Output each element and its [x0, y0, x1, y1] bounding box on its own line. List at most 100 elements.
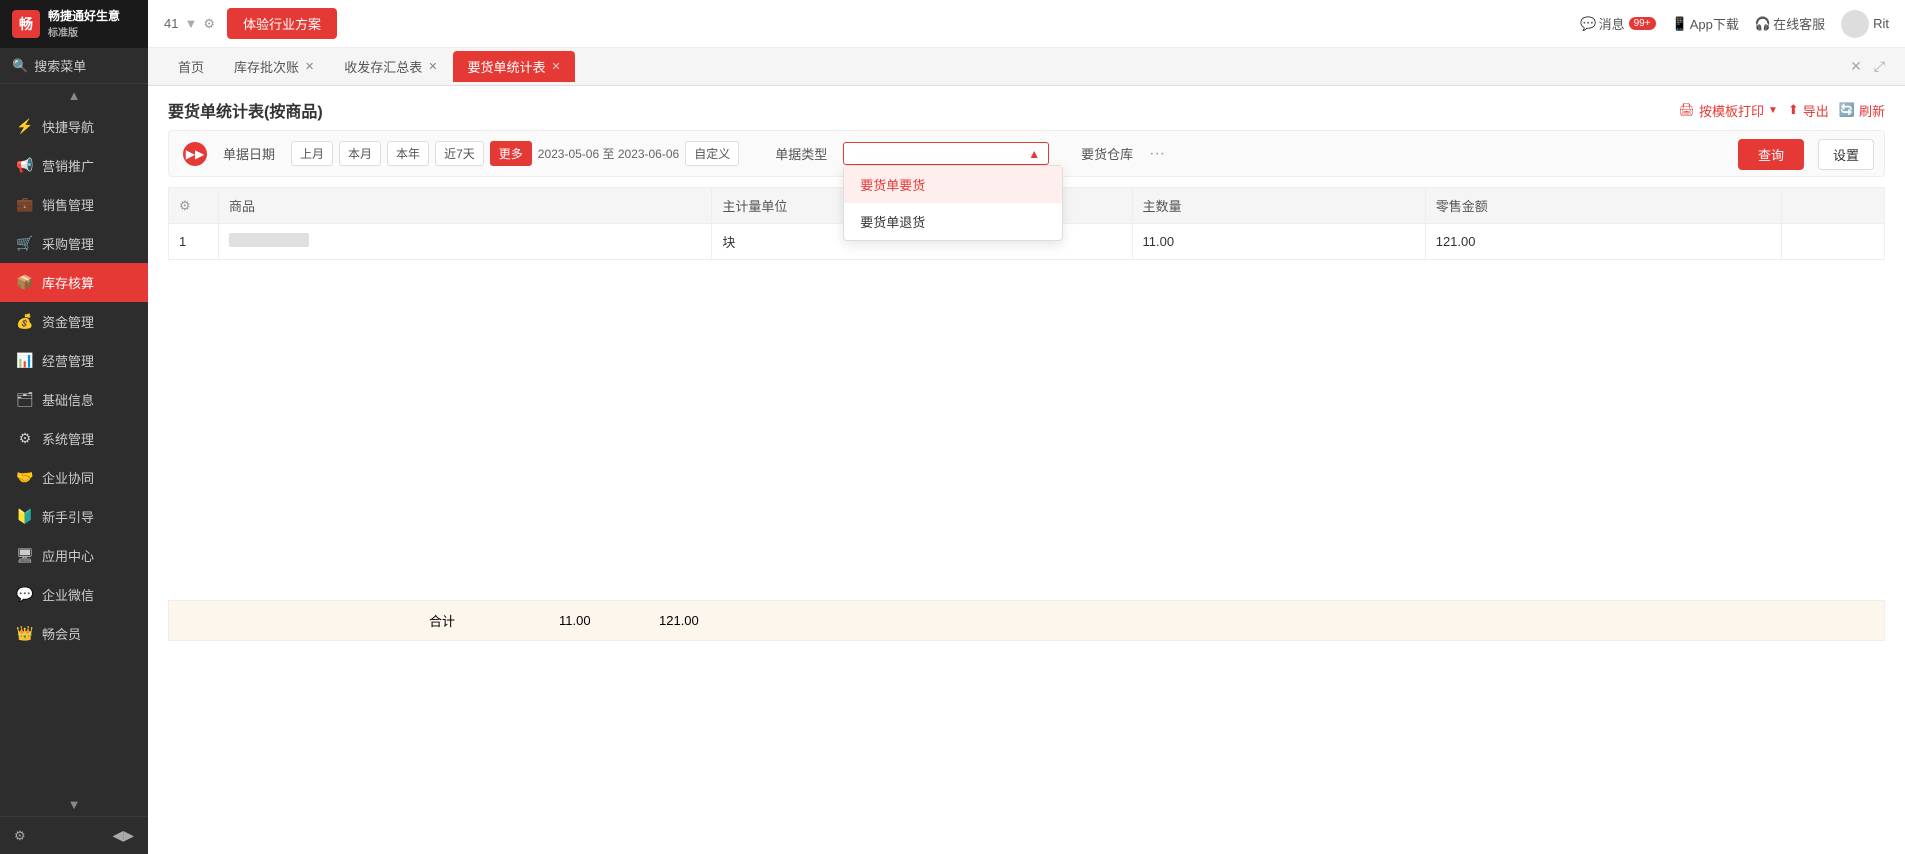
sidebar-items: ⚡ 快捷导航 📢 营销推广 💼 销售管理 🛒 采购管理 📦 库存核算 💰 资金管… [0, 107, 148, 793]
tab-order-stat-close[interactable]: ✕ [552, 60, 561, 73]
sidebar-logo: 畅 畅捷通好生意 标准版 [0, 0, 148, 48]
print-template-label: 按模板打印 [1699, 101, 1764, 120]
sidebar-item-guide[interactable]: 🔰 新手引导 [0, 497, 148, 536]
filter-type-input[interactable] [852, 146, 1028, 161]
filter-curr-month-btn[interactable]: 本月 [339, 141, 381, 166]
topbar-service[interactable]: 🎧 在线客服 [1755, 14, 1825, 33]
cell-amount: 121.00 [1425, 224, 1782, 260]
sidebar-item-label: 系统管理 [42, 429, 94, 448]
tab-maximize-btn[interactable]: ⤢ [1870, 54, 1889, 79]
msg-icon: 💬 [1580, 16, 1596, 32]
collapse-icon[interactable]: ◀▶ [112, 827, 134, 844]
dropdown-item-order-return[interactable]: 要货单退货 [844, 203, 1062, 240]
page-header: 要货单统计表(按商品) 🖨 按模板打印 ▼ ⬆ 导出 🔄 刷新 [148, 86, 1905, 130]
sidebar-item-label: 畅会员 [42, 624, 81, 643]
sidebar-scroll-down[interactable]: ▼ [0, 793, 148, 816]
sidebar-item-label: 企业协同 [42, 468, 94, 487]
tab-home[interactable]: 首页 [164, 51, 218, 82]
sidebar-scroll-up[interactable]: ▲ [0, 84, 148, 107]
sidebar-item-enterprise[interactable]: 🤝 企业协同 [0, 458, 148, 497]
topbar-settings-icon[interactable]: ⚙ [203, 16, 215, 32]
sidebar-item-sales[interactable]: 💼 销售管理 [0, 185, 148, 224]
brand-icon: 畅 [12, 10, 40, 38]
topbar-app[interactable]: 📱 App下载 [1672, 14, 1739, 33]
sidebar-item-quick-nav[interactable]: ⚡ 快捷导航 [0, 107, 148, 146]
msg-badge: 99+ [1629, 17, 1656, 30]
topbar-dropdown-icon[interactable]: ▼ [184, 16, 197, 31]
sidebar-item-finance[interactable]: 💰 资金管理 [0, 302, 148, 341]
tab-recv-summary-close[interactable]: ✕ [428, 60, 437, 73]
industry-btn[interactable]: 体验行业方案 [227, 8, 337, 39]
sidebar-search[interactable]: 🔍 搜索菜单 [0, 48, 148, 84]
avatar-image [1841, 10, 1869, 38]
system-icon: ⚙ [16, 430, 34, 447]
sidebar-item-basics[interactable]: 🗂 基础信息 [0, 380, 148, 419]
topbar-msg[interactable]: 💬 消息 99+ [1580, 14, 1655, 33]
product-placeholder [229, 233, 309, 247]
sidebar-item-purchase[interactable]: 🛒 采购管理 [0, 224, 148, 263]
table-settings-icon[interactable]: ⚙ [179, 198, 191, 213]
page-title: 要货单统计表(按商品) [168, 98, 323, 122]
tab-home-label: 首页 [178, 57, 204, 76]
tab-close-all-btn[interactable]: ✕ [1846, 54, 1866, 79]
quick-nav-icon: ⚡ [16, 118, 34, 135]
dropdown-item-order-goods-label: 要货单要货 [860, 178, 925, 193]
topbar-right: 💬 消息 99+ 📱 App下载 🎧 在线客服 Rit [1580, 10, 1889, 38]
print-icon: 🖨 [1678, 102, 1695, 118]
col-amount: 零售金额 [1425, 188, 1782, 224]
col-quantity: 主数量 [1132, 188, 1425, 224]
msg-label: 消息 [1599, 14, 1625, 33]
filter-date-btns: 上月 本月 本年 近7天 更多 2023-05-06 至 2023-06-06 … [291, 141, 739, 166]
refresh-icon: 🔄 [1839, 102, 1855, 118]
tab-inventory-batch[interactable]: 库存批次账 ✕ [220, 51, 328, 82]
page-content: 要货单统计表(按商品) 🖨 按模板打印 ▼ ⬆ 导出 🔄 刷新 ▶▶ [148, 86, 1905, 854]
tab-order-stat[interactable]: 要货单统计表 ✕ [453, 51, 574, 82]
filter-toggle-btn[interactable]: ▶▶ [183, 142, 207, 166]
filter-more-btn[interactable]: 更多 [490, 141, 532, 166]
user-avatar[interactable]: Rit [1841, 10, 1889, 38]
query-btn[interactable]: 查询 [1738, 139, 1804, 170]
page-actions: 🖨 按模板打印 ▼ ⬆ 导出 🔄 刷新 [1678, 101, 1885, 120]
cell-product [219, 224, 712, 260]
filter-type-input-wrap[interactable]: ▲ [843, 142, 1049, 165]
inventory-icon: 📦 [16, 274, 34, 291]
sidebar-item-label: 采购管理 [42, 234, 94, 253]
filter-curr-year-btn[interactable]: 本年 [387, 141, 429, 166]
filter-custom-btn[interactable]: 自定义 [685, 141, 739, 166]
refresh-btn[interactable]: 🔄 刷新 [1839, 101, 1885, 120]
basics-icon: 🗂 [16, 391, 34, 408]
filter-warehouse-dots[interactable]: ··· [1149, 145, 1165, 163]
topbar-number-wrap: 41 ▼ ⚙ [164, 16, 215, 32]
sidebar-item-weixin[interactable]: 💬 企业微信 [0, 575, 148, 614]
sidebar-item-marketing[interactable]: 📢 营销推广 [0, 146, 148, 185]
print-chevron-icon: ▼ [1768, 105, 1778, 116]
tab-recv-summary[interactable]: 收发存汇总表 ✕ [330, 51, 451, 82]
main-content: 41 ▼ ⚙ 体验行业方案 💬 消息 99+ 📱 App下载 🎧 在线客服 [148, 0, 1905, 854]
print-template-btn[interactable]: 🖨 按模板打印 ▼ [1678, 101, 1777, 120]
sidebar-item-operations[interactable]: 📊 经营管理 [0, 341, 148, 380]
filter-date-label: 单据日期 [223, 144, 275, 163]
sidebar-item-label: 基础信息 [42, 390, 94, 409]
settings-icon[interactable]: ⚙ [14, 828, 26, 844]
table-footer: 合计 11.00 121.00 [168, 600, 1885, 641]
tab-inventory-batch-close[interactable]: ✕ [305, 60, 314, 73]
app-label: App下载 [1690, 14, 1739, 33]
dropdown-item-order-goods[interactable]: 要货单要货 [844, 166, 1062, 203]
sidebar-item-membership[interactable]: 👑 畅会员 [0, 614, 148, 653]
filter-type-chevron-icon[interactable]: ▲ [1028, 147, 1040, 161]
sidebar-item-appstore[interactable]: 🖥 应用中心 [0, 536, 148, 575]
footer-amount: 121.00 [649, 613, 749, 628]
brand-name: 畅捷通好生意 [48, 9, 120, 23]
filter-prev-month-btn[interactable]: 上月 [291, 141, 333, 166]
filter-settings-btn[interactable]: 设置 [1818, 139, 1874, 170]
tabs-bar: 首页 库存批次账 ✕ 收发存汇总表 ✕ 要货单统计表 ✕ ✕ ⤢ [148, 48, 1905, 86]
export-btn[interactable]: ⬆ 导出 [1788, 101, 1829, 120]
sidebar-item-inventory[interactable]: 📦 库存核算 [0, 263, 148, 302]
sidebar-item-system[interactable]: ⚙ 系统管理 [0, 419, 148, 458]
topbar-left: 41 ▼ ⚙ 体验行业方案 [164, 8, 337, 39]
filter-7days-btn[interactable]: 近7天 [435, 141, 484, 166]
footer-quantity: 11.00 [549, 613, 649, 628]
sidebar-item-label: 经营管理 [42, 351, 94, 370]
col-product: 商品 [219, 188, 712, 224]
search-icon: 🔍 [12, 58, 28, 74]
